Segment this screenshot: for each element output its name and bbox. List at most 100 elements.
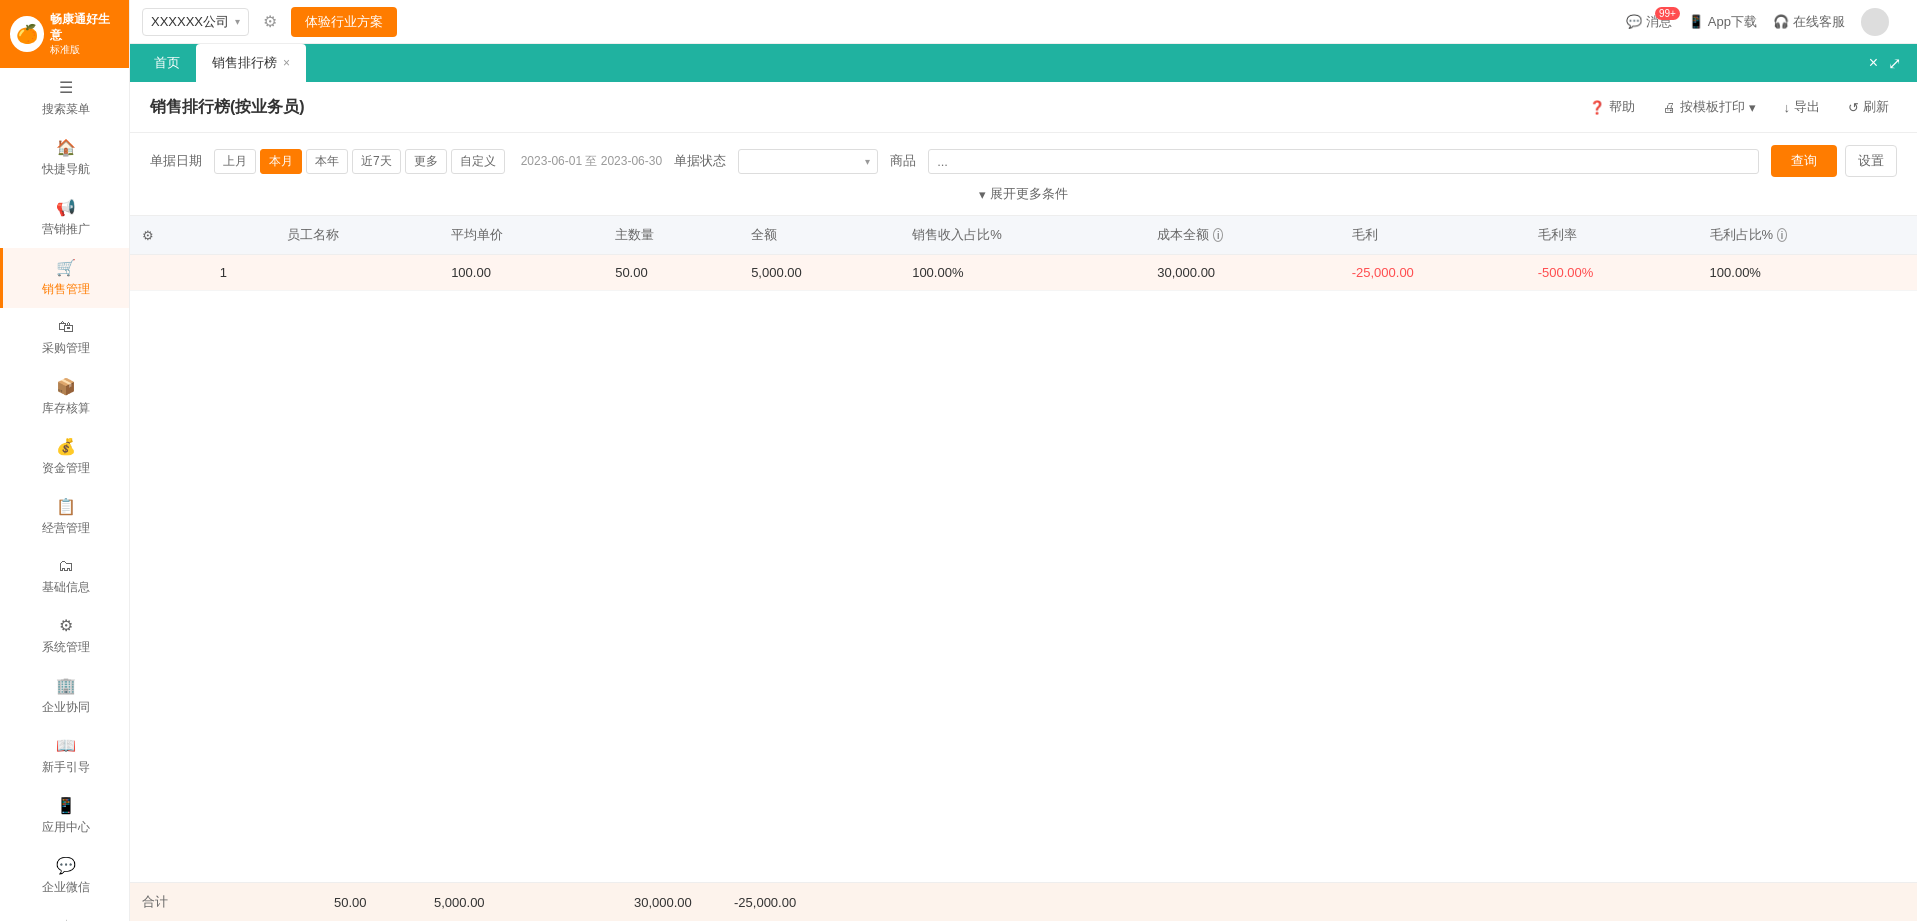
date-this-month[interactable]: 本月 bbox=[260, 149, 302, 174]
cell-profit: -25,000.00 bbox=[1340, 255, 1526, 291]
col-settings[interactable]: ⚙ bbox=[130, 216, 208, 255]
cost-info-icon[interactable]: i bbox=[1213, 228, 1223, 242]
sidebar-item-apps[interactable]: 📱 应用中心 bbox=[0, 786, 129, 846]
date-range-text: 2023-06-01 至 2023-06-30 bbox=[521, 153, 662, 170]
message-badge: 99+ bbox=[1655, 7, 1680, 20]
sidebar: 🍊 畅康通好生意 标准版 ☰ 搜索菜单 🏠 快捷导航 📢 营销推广 🛒 销售管理… bbox=[0, 0, 130, 921]
logo-text: 畅康通好生意 bbox=[50, 12, 119, 43]
marketing-icon: 📢 bbox=[56, 198, 76, 217]
main-area: XXXXXX公司 ▾ ⚙ 体验行业方案 💬 消息 99+ 📱 App下载 🎧 在… bbox=[130, 0, 1917, 921]
header-right: 💬 消息 99+ 📱 App下载 🎧 在线客服 bbox=[1626, 8, 1905, 36]
col-profit-ratio: 毛利占比% i bbox=[1698, 216, 1917, 255]
date-custom[interactable]: 自定义 bbox=[451, 149, 505, 174]
date-this-year[interactable]: 本年 bbox=[306, 149, 348, 174]
company-caret-icon: ▾ bbox=[235, 16, 240, 27]
sidebar-item-enterprise[interactable]: 🏢 企业协同 bbox=[0, 666, 129, 726]
sidebar-item-basic[interactable]: 🗂 基础信息 bbox=[0, 547, 129, 606]
sidebar-item-finance[interactable]: 💰 资金管理 bbox=[0, 427, 129, 487]
sidebar-item-inventory[interactable]: 📦 库存核算 bbox=[0, 367, 129, 427]
cell-rank: 1 bbox=[208, 255, 275, 291]
sales-icon: 🛒 bbox=[56, 258, 76, 277]
cell-amount: 5,000.00 bbox=[739, 255, 900, 291]
table-container: ⚙ 员工名称 平均单价 主数量 全额 销售收入占比% 成本全额 i 毛利 毛利率… bbox=[130, 216, 1917, 882]
logo-sub: 标准版 bbox=[50, 43, 119, 56]
date-last-7days[interactable]: 近7天 bbox=[352, 149, 401, 174]
window-close-icon[interactable]: × bbox=[1869, 54, 1878, 72]
col-name: 员工名称 bbox=[275, 216, 439, 255]
tab-sales-label: 销售排行榜 bbox=[212, 54, 277, 72]
app-download-label: App下载 bbox=[1708, 13, 1757, 31]
online-service-button[interactable]: 🎧 在线客服 bbox=[1773, 13, 1845, 31]
sidebar-item-wechat[interactable]: 💬 企业微信 bbox=[0, 846, 129, 906]
purchase-icon: 🛍 bbox=[58, 318, 74, 336]
export-button[interactable]: ↓ 导出 bbox=[1776, 94, 1829, 120]
member-icon: ✦ bbox=[60, 916, 73, 921]
apps-icon: 📱 bbox=[56, 796, 76, 815]
goods-label: 商品 bbox=[890, 152, 916, 170]
date-group: 上月 本月 本年 近7天 更多 自定义 bbox=[214, 149, 505, 174]
home-icon: 🏠 bbox=[56, 138, 76, 157]
tab-home[interactable]: 首页 bbox=[138, 44, 196, 82]
cell-profit-ratio: 100.00% bbox=[1698, 255, 1917, 291]
refresh-button[interactable]: ↺ 刷新 bbox=[1840, 94, 1897, 120]
filter-row-1: 单据日期 上月 本月 本年 近7天 更多 自定义 2023-06-01 至 20… bbox=[150, 145, 1897, 177]
sidebar-item-guide[interactable]: 📖 新手引导 bbox=[0, 726, 129, 786]
goods-input[interactable] bbox=[928, 149, 1759, 174]
search-button[interactable]: 查询 bbox=[1771, 145, 1837, 177]
expand-down-icon: ▾ bbox=[979, 187, 986, 202]
col-quantity: 主数量 bbox=[603, 216, 739, 255]
page-header: 销售排行榜(按业务员) ❓ 帮助 🖨 按模板打印 ▾ ↓ 导出 ↺ 刷新 bbox=[130, 82, 1917, 133]
cell-quantity: 50.00 bbox=[603, 255, 739, 291]
company-name: XXXXXX公司 bbox=[151, 13, 229, 31]
footer-label: 合计 bbox=[142, 893, 222, 911]
operation-icon: 📋 bbox=[56, 497, 76, 516]
sidebar-item-purchase[interactable]: 🛍 采购管理 bbox=[0, 308, 129, 367]
filter-area: 单据日期 上月 本月 本年 近7天 更多 自定义 2023-06-01 至 20… bbox=[130, 133, 1917, 216]
tab-home-label: 首页 bbox=[154, 54, 180, 72]
sidebar-item-sales[interactable]: 🛒 销售管理 bbox=[0, 248, 129, 308]
basic-icon: 🗂 bbox=[58, 557, 74, 575]
footer-quantity: 50.00 bbox=[322, 895, 422, 910]
footer-cost: 30,000.00 bbox=[622, 895, 722, 910]
print-icon: 🖨 bbox=[1663, 100, 1676, 115]
tab-sales-ranking[interactable]: 销售排行榜 × bbox=[196, 44, 306, 82]
col-rank bbox=[208, 216, 275, 255]
expand-more-button[interactable]: ▾ 展开更多条件 bbox=[979, 185, 1068, 203]
filter-setting-button[interactable]: 设置 bbox=[1845, 145, 1897, 177]
help-icon: ❓ bbox=[1589, 100, 1605, 115]
status-select[interactable] bbox=[738, 149, 878, 174]
sidebar-item-search[interactable]: ☰ 搜索菜单 bbox=[0, 68, 129, 128]
app-logo: 🍊 畅康通好生意 标准版 bbox=[0, 0, 129, 68]
content-area: 销售排行榜(按业务员) ❓ 帮助 🖨 按模板打印 ▾ ↓ 导出 ↺ 刷新 bbox=[130, 82, 1917, 921]
profit-ratio-info-icon[interactable]: i bbox=[1777, 228, 1787, 242]
date-label: 单据日期 bbox=[150, 152, 202, 170]
footer-profit: -25,000.00 bbox=[722, 895, 822, 910]
sidebar-item-marketing[interactable]: 📢 营销推广 bbox=[0, 188, 129, 248]
tab-close-icon[interactable]: × bbox=[283, 56, 290, 70]
app-download-button[interactable]: 📱 App下载 bbox=[1688, 13, 1757, 31]
header-settings-icon[interactable]: ⚙ bbox=[259, 8, 281, 35]
page-title: 销售排行榜(按业务员) bbox=[150, 97, 305, 118]
footer-amount: 5,000.00 bbox=[422, 895, 522, 910]
help-button[interactable]: ❓ 帮助 bbox=[1581, 94, 1643, 120]
message-button[interactable]: 💬 消息 99+ bbox=[1626, 13, 1672, 31]
sidebar-item-operation[interactable]: 📋 经营管理 bbox=[0, 487, 129, 547]
cell-avg-price: 100.00 bbox=[439, 255, 603, 291]
sidebar-item-quicknav[interactable]: 🏠 快捷导航 bbox=[0, 128, 129, 188]
print-button[interactable]: 🖨 按模板打印 ▾ bbox=[1655, 94, 1764, 120]
avatar[interactable] bbox=[1861, 8, 1889, 36]
company-selector[interactable]: XXXXXX公司 ▾ bbox=[142, 8, 249, 36]
refresh-icon: ↺ bbox=[1848, 100, 1859, 115]
inventory-icon: 📦 bbox=[56, 377, 76, 396]
sidebar-item-member[interactable]: ✦ 畅会员 bbox=[0, 906, 129, 921]
status-select-wrapper bbox=[738, 149, 878, 174]
cell-cost: 30,000.00 bbox=[1145, 255, 1339, 291]
date-more[interactable]: 更多 bbox=[405, 149, 447, 174]
trial-button[interactable]: 体验行业方案 bbox=[291, 7, 397, 37]
cell-settings bbox=[130, 255, 208, 291]
col-avg-price: 平均单价 bbox=[439, 216, 603, 255]
window-maximize-icon[interactable]: ⤢ bbox=[1888, 54, 1901, 73]
sidebar-item-system[interactable]: ⚙ 系统管理 bbox=[0, 606, 129, 666]
search-menu-icon: ☰ bbox=[59, 78, 73, 97]
date-last-month[interactable]: 上月 bbox=[214, 149, 256, 174]
